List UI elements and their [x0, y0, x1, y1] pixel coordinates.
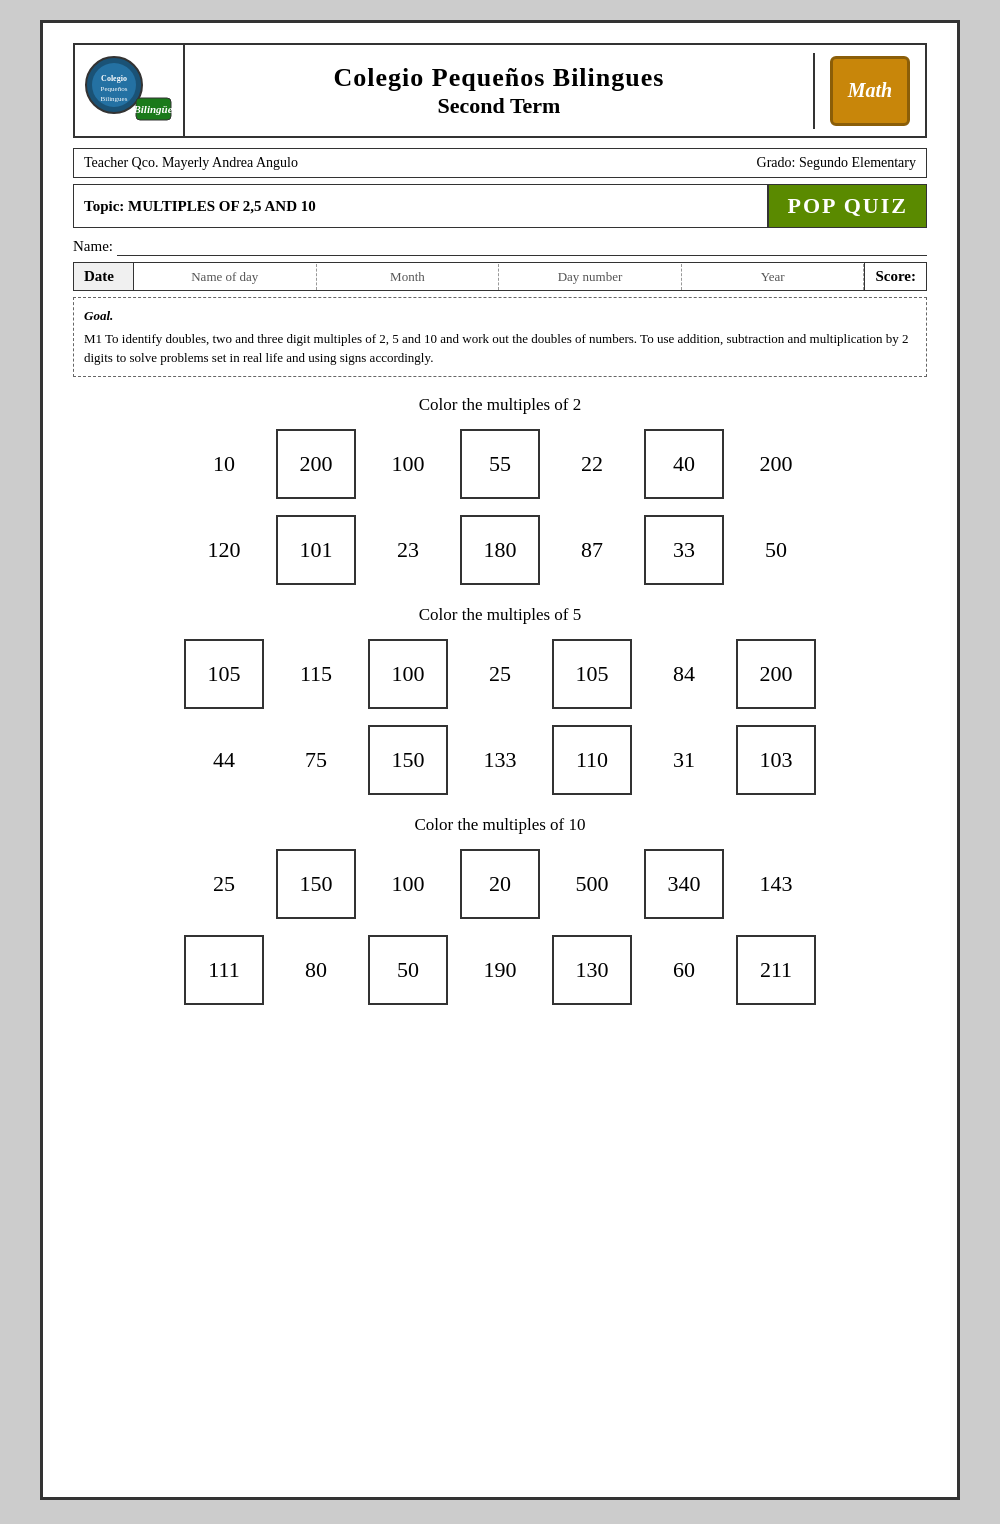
date-field-month[interactable]: Month — [317, 264, 500, 290]
date-label: Date — [74, 263, 134, 290]
num-cell-2-1-6: 211 — [736, 935, 816, 1005]
term-title: Second Term — [195, 93, 803, 119]
score-label: Score: — [864, 263, 926, 290]
num-cell-0-1-5: 33 — [644, 515, 724, 585]
date-row: Date Name of day Month Day number Year S… — [73, 262, 927, 291]
num-cell-1-0-4: 105 — [552, 639, 632, 709]
num-cell-2-1-3: 190 — [460, 935, 540, 1005]
logo-left: Colegio Pequeños Bilingues Bilingüe — [75, 45, 185, 136]
school-logo-icon: Colegio Pequeños Bilingues Bilingüe — [84, 53, 174, 128]
num-cell-0-1-2: 23 — [368, 515, 448, 585]
name-row: Name: — [73, 236, 927, 256]
logo-right: Math — [815, 46, 925, 136]
num-cell-0-0-2: 100 — [368, 429, 448, 499]
num-cell-0-0-0: 10 — [184, 429, 264, 499]
num-cell-1-0-1: 115 — [276, 639, 356, 709]
info-row: Teacher Qco. Mayerly Andrea Angulo Grado… — [73, 148, 927, 178]
date-field-day-number[interactable]: Day number — [499, 264, 682, 290]
num-cell-0-1-6: 50 — [736, 515, 816, 585]
school-title: Colegio Pequeños Bilingues — [195, 63, 803, 93]
num-cell-2-1-2: 50 — [368, 935, 448, 1005]
title-center: Colegio Pequeños Bilingues Second Term — [185, 53, 815, 129]
num-cell-1-0-6: 200 — [736, 639, 816, 709]
teacher-info: Teacher Qco. Mayerly Andrea Angulo — [84, 155, 298, 171]
num-cell-0-0-1: 200 — [276, 429, 356, 499]
name-label: Name: — [73, 238, 113, 255]
number-grid-0-1: 12010123180873350 — [73, 515, 927, 585]
section-2: Color the multiples of 10 251501002050034… — [73, 815, 927, 1005]
math-label: Math — [848, 79, 892, 102]
num-cell-1-1-1: 75 — [276, 725, 356, 795]
svg-text:Bilingues: Bilingues — [101, 95, 128, 103]
section-title-1: Color the multiples of 5 — [73, 605, 927, 625]
goal-title: Goal. — [84, 306, 916, 326]
num-cell-2-1-5: 60 — [644, 935, 724, 1005]
num-cell-2-0-0: 25 — [184, 849, 264, 919]
num-cell-0-1-1: 101 — [276, 515, 356, 585]
num-cell-0-1-3: 180 — [460, 515, 540, 585]
math-badge: Math — [830, 56, 910, 126]
section-title-0: Color the multiples of 2 — [73, 395, 927, 415]
number-grid-1-1: 447515013311031103 — [73, 725, 927, 795]
num-cell-1-1-2: 150 — [368, 725, 448, 795]
pop-quiz-badge: POP QUIZ — [767, 185, 926, 227]
goal-text: M1 To identify doubles, two and three di… — [84, 329, 916, 368]
goal-box: Goal. M1 To identify doubles, two and th… — [73, 297, 927, 377]
num-cell-1-1-6: 103 — [736, 725, 816, 795]
num-cell-1-1-3: 133 — [460, 725, 540, 795]
number-grid-1-0: 1051151002510584200 — [73, 639, 927, 709]
number-grid-2-1: 111805019013060211 — [73, 935, 927, 1005]
num-cell-0-0-6: 200 — [736, 429, 816, 499]
page: Colegio Pequeños Bilingues Bilingüe Cole… — [40, 20, 960, 1500]
num-cell-0-0-3: 55 — [460, 429, 540, 499]
num-cell-1-0-2: 100 — [368, 639, 448, 709]
num-cell-2-0-3: 20 — [460, 849, 540, 919]
number-grid-2-0: 2515010020500340143 — [73, 849, 927, 919]
num-cell-2-0-4: 500 — [552, 849, 632, 919]
num-cell-0-1-4: 87 — [552, 515, 632, 585]
number-grid-0-0: 10200100552240200 — [73, 429, 927, 499]
num-cell-2-0-1: 150 — [276, 849, 356, 919]
topic-text: Topic: MULTIPLES OF 2,5 AND 10 — [74, 192, 767, 221]
num-cell-0-0-5: 40 — [644, 429, 724, 499]
section-title-2: Color the multiples of 10 — [73, 815, 927, 835]
num-cell-2-0-5: 340 — [644, 849, 724, 919]
grado-info: Grado: Segundo Elementary — [757, 155, 916, 171]
num-cell-1-1-4: 110 — [552, 725, 632, 795]
num-cell-0-0-4: 22 — [552, 429, 632, 499]
topic-row: Topic: MULTIPLES OF 2,5 AND 10 POP QUIZ — [73, 184, 927, 228]
num-cell-2-1-0: 111 — [184, 935, 264, 1005]
sections-container: Color the multiples of 21020010055224020… — [73, 395, 927, 1005]
date-field-year[interactable]: Year — [682, 264, 865, 290]
num-cell-2-0-6: 143 — [736, 849, 816, 919]
name-input-line[interactable] — [117, 236, 927, 256]
date-field-name-of-day[interactable]: Name of day — [134, 264, 317, 290]
num-cell-0-1-0: 120 — [184, 515, 264, 585]
section-0: Color the multiples of 21020010055224020… — [73, 395, 927, 585]
section-1: Color the multiples of 51051151002510584… — [73, 605, 927, 795]
num-cell-1-1-5: 31 — [644, 725, 724, 795]
svg-text:Colegio: Colegio — [101, 74, 127, 83]
svg-text:Bilingüe: Bilingüe — [132, 103, 172, 115]
num-cell-2-1-4: 130 — [552, 935, 632, 1005]
num-cell-1-0-5: 84 — [644, 639, 724, 709]
header: Colegio Pequeños Bilingues Bilingüe Cole… — [73, 43, 927, 138]
num-cell-2-0-2: 100 — [368, 849, 448, 919]
svg-text:Pequeños: Pequeños — [101, 85, 128, 93]
num-cell-2-1-1: 80 — [276, 935, 356, 1005]
num-cell-1-0-0: 105 — [184, 639, 264, 709]
num-cell-1-1-0: 44 — [184, 725, 264, 795]
num-cell-1-0-3: 25 — [460, 639, 540, 709]
